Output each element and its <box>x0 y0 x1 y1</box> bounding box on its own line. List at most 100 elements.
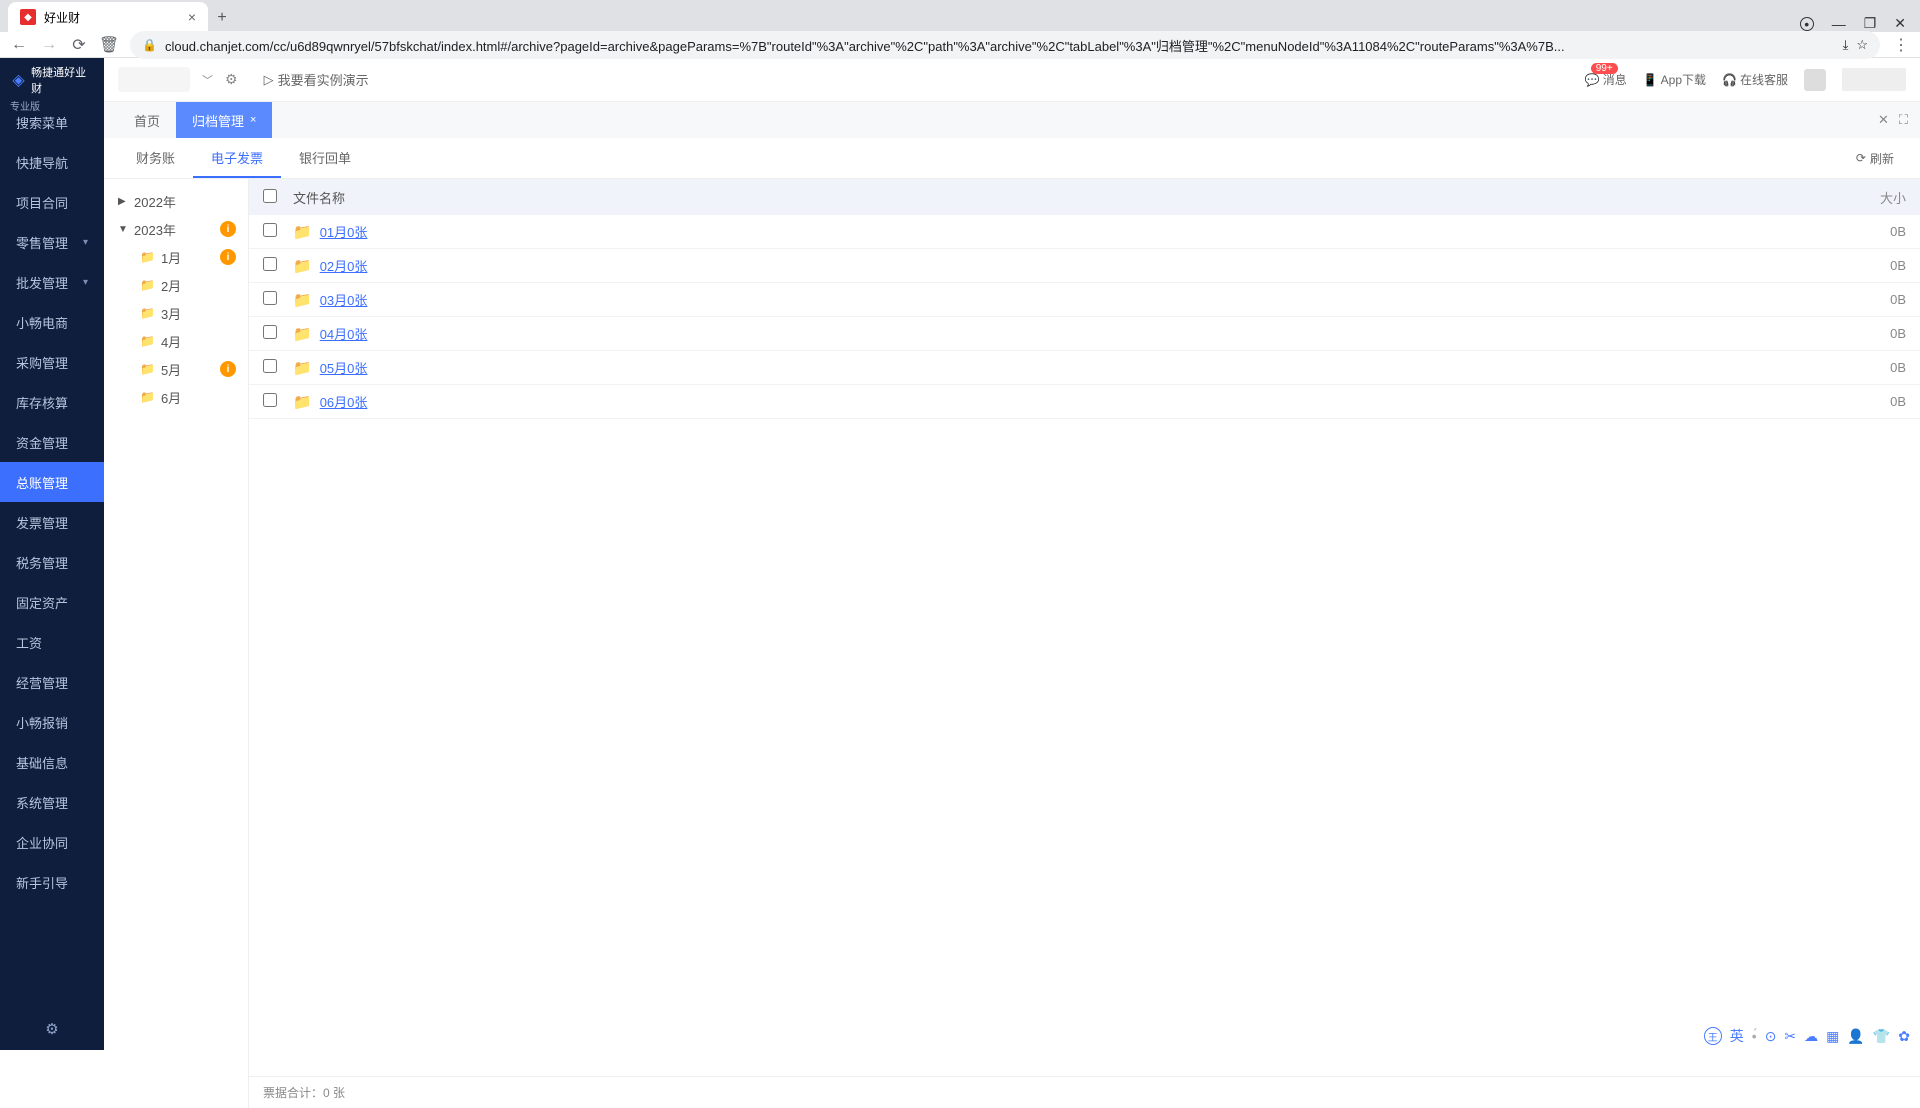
ime-icon-7[interactable]: 👕 <box>1873 1028 1890 1045</box>
subtab-bank[interactable]: 银行回单 <box>281 138 369 178</box>
sidebar-item-13[interactable]: 工资 <box>0 622 104 662</box>
tab-title: 好业财 <box>44 9 180 26</box>
file-link[interactable]: 06月0张 <box>320 392 368 411</box>
sidebar-item-8[interactable]: 资金管理 <box>0 422 104 462</box>
url-text: cloud.chanjet.com/cc/u6d89qwnryel/57bfsk… <box>165 36 1835 55</box>
sidebar-item-6[interactable]: 采购管理 <box>0 342 104 382</box>
row-checkbox[interactable] <box>263 359 277 373</box>
minimize-button[interactable]: — <box>1832 16 1846 32</box>
chevron-down-icon[interactable]: ﹀ <box>202 72 213 88</box>
forward-button[interactable]: → <box>40 36 58 54</box>
sidebar-item-16[interactable]: 基础信息 <box>0 742 104 782</box>
tree-month-4[interactable]: 📁4月 <box>104 327 248 355</box>
app-download-button[interactable]: 📱 App下载 <box>1643 71 1706 88</box>
url-field[interactable]: 🔒 cloud.chanjet.com/cc/u6d89qwnryel/57bf… <box>130 31 1880 59</box>
delete-button[interactable]: 🗑 <box>100 36 118 54</box>
settings-gear-icon[interactable]: ⚙ <box>0 1008 104 1050</box>
reload-button[interactable]: ⟳ <box>70 36 88 54</box>
ime-icon-1[interactable]: •́ <box>1752 1028 1757 1044</box>
org-settings-icon[interactable]: ⚙ <box>225 71 238 88</box>
avatar[interactable] <box>1804 69 1826 91</box>
account-icon[interactable]: • <box>1800 17 1814 31</box>
sidebar-item-17[interactable]: 系统管理 <box>0 782 104 822</box>
total-value: 0 张 <box>323 1084 345 1101</box>
file-link[interactable]: 02月0张 <box>320 256 368 275</box>
file-row: 📁 02月0张 0B <box>249 249 1920 283</box>
sidebar-item-9[interactable]: 总账管理 <box>0 462 104 502</box>
tree-month-6[interactable]: 📁6月 <box>104 383 248 411</box>
messages-button[interactable]: 99+ 💬 消息 <box>1585 71 1627 88</box>
row-checkbox[interactable] <box>263 325 277 339</box>
install-app-icon[interactable]: ⤓ <box>1843 37 1849 53</box>
folder-icon: 📁 <box>140 306 155 320</box>
org-selector[interactable] <box>118 67 190 92</box>
refresh-button[interactable]: ⟳ 刷新 <box>1856 150 1906 167</box>
close-all-icon[interactable]: ✕ <box>1878 112 1889 128</box>
content-area: 财务账 电子发票 银行回单 ⟳ 刷新 ▶ 2022年 ▼ 2023年 i 📁1月… <box>104 138 1920 1108</box>
tree-month-1[interactable]: 📁1月i <box>104 243 248 271</box>
sidebar-item-1[interactable]: 快捷导航 <box>0 142 104 182</box>
close-icon[interactable]: × <box>250 114 256 126</box>
sidebar-item-18[interactable]: 企业协同 <box>0 822 104 862</box>
row-checkbox[interactable] <box>263 257 277 271</box>
menu-button[interactable]: ⋮ <box>1892 36 1910 54</box>
select-all-checkbox[interactable] <box>263 189 277 203</box>
sidebar-item-4[interactable]: 批发管理▾ <box>0 262 104 302</box>
close-window-button[interactable]: ✕ <box>1894 15 1906 32</box>
maximize-button[interactable]: ❐ <box>1864 15 1877 32</box>
bookmark-icon[interactable]: ☆ <box>1856 37 1868 53</box>
back-button[interactable]: ← <box>10 36 28 54</box>
demo-link[interactable]: ▷ 我要看实例演示 <box>264 70 369 89</box>
ime-lang[interactable]: 英 <box>1730 1026 1744 1046</box>
ime-icon-3[interactable]: ✂ <box>1784 1028 1796 1045</box>
tree-month-3[interactable]: 📁3月 <box>104 299 248 327</box>
ime-icon-8[interactable]: ✿ <box>1898 1028 1910 1045</box>
sidebar-item-5[interactable]: 小畅电商 <box>0 302 104 342</box>
sidebar-item-2[interactable]: 项目合同 <box>0 182 104 222</box>
sidebar-item-15[interactable]: 小畅报销 <box>0 702 104 742</box>
header-size: 大小 <box>1846 188 1906 207</box>
folder-icon: 📁 <box>140 334 155 348</box>
fullscreen-icon[interactable]: ⛶ <box>1899 112 1908 128</box>
row-checkbox[interactable] <box>263 223 277 237</box>
file-link[interactable]: 01月0张 <box>320 222 368 241</box>
sidebar-item-10[interactable]: 发票管理 <box>0 502 104 542</box>
row-checkbox[interactable] <box>263 393 277 407</box>
subtab-finance[interactable]: 财务账 <box>118 138 193 178</box>
tree-year-2023[interactable]: ▼ 2023年 i <box>104 215 248 243</box>
file-link[interactable]: 03月0张 <box>320 290 368 309</box>
tree-month-2[interactable]: 📁2月 <box>104 271 248 299</box>
sidebar-item-11[interactable]: 税务管理 <box>0 542 104 582</box>
file-size: 0B <box>1846 326 1906 341</box>
sidebar-item-14[interactable]: 经营管理 <box>0 662 104 702</box>
subtab-einvoice[interactable]: 电子发票 <box>193 138 281 178</box>
ime-logo-icon[interactable]: 王 <box>1704 1027 1722 1045</box>
sidebar-item-7[interactable]: 库存核算 <box>0 382 104 422</box>
favicon: ◆ <box>20 9 36 25</box>
sidebar-item-12[interactable]: 固定资产 <box>0 582 104 622</box>
tree-month-5[interactable]: 📁5月i <box>104 355 248 383</box>
file-link[interactable]: 05月0张 <box>320 358 368 377</box>
ime-icon-5[interactable]: ▦ <box>1826 1028 1839 1045</box>
tab-home[interactable]: 首页 <box>118 102 176 138</box>
ime-icon-2[interactable]: ⊙ <box>1765 1028 1777 1045</box>
sidebar-item-3[interactable]: 零售管理▾ <box>0 222 104 262</box>
new-tab-button[interactable]: + <box>208 4 236 32</box>
sidebar-item-0[interactable]: 搜索菜单 <box>0 102 104 142</box>
sidebar-item-19[interactable]: 新手引导 <box>0 862 104 902</box>
file-link[interactable]: 04月0张 <box>320 324 368 343</box>
alert-badge-icon: i <box>220 221 236 237</box>
folder-icon: 📁 <box>293 393 312 411</box>
row-checkbox[interactable] <box>263 291 277 305</box>
tab-archive[interactable]: 归档管理 × <box>176 102 272 138</box>
ime-icon-6[interactable]: 👤 <box>1847 1028 1864 1045</box>
chat-icon: 💬 <box>1585 73 1600 87</box>
support-button[interactable]: 🎧 在线客服 <box>1722 71 1788 88</box>
browser-tab[interactable]: ◆ 好业财 × <box>8 2 208 32</box>
ime-icon-4[interactable]: ☁ <box>1804 1028 1818 1045</box>
tab-close-icon[interactable]: × <box>188 9 196 25</box>
file-size: 0B <box>1846 360 1906 375</box>
browser-chrome: ◆ 好业财 × + • — ❐ ✕ ← → ⟳ 🗑 🔒 cloud.chanje… <box>0 0 1920 58</box>
tree-year-2022[interactable]: ▶ 2022年 <box>104 187 248 215</box>
user-name[interactable] <box>1842 68 1906 91</box>
